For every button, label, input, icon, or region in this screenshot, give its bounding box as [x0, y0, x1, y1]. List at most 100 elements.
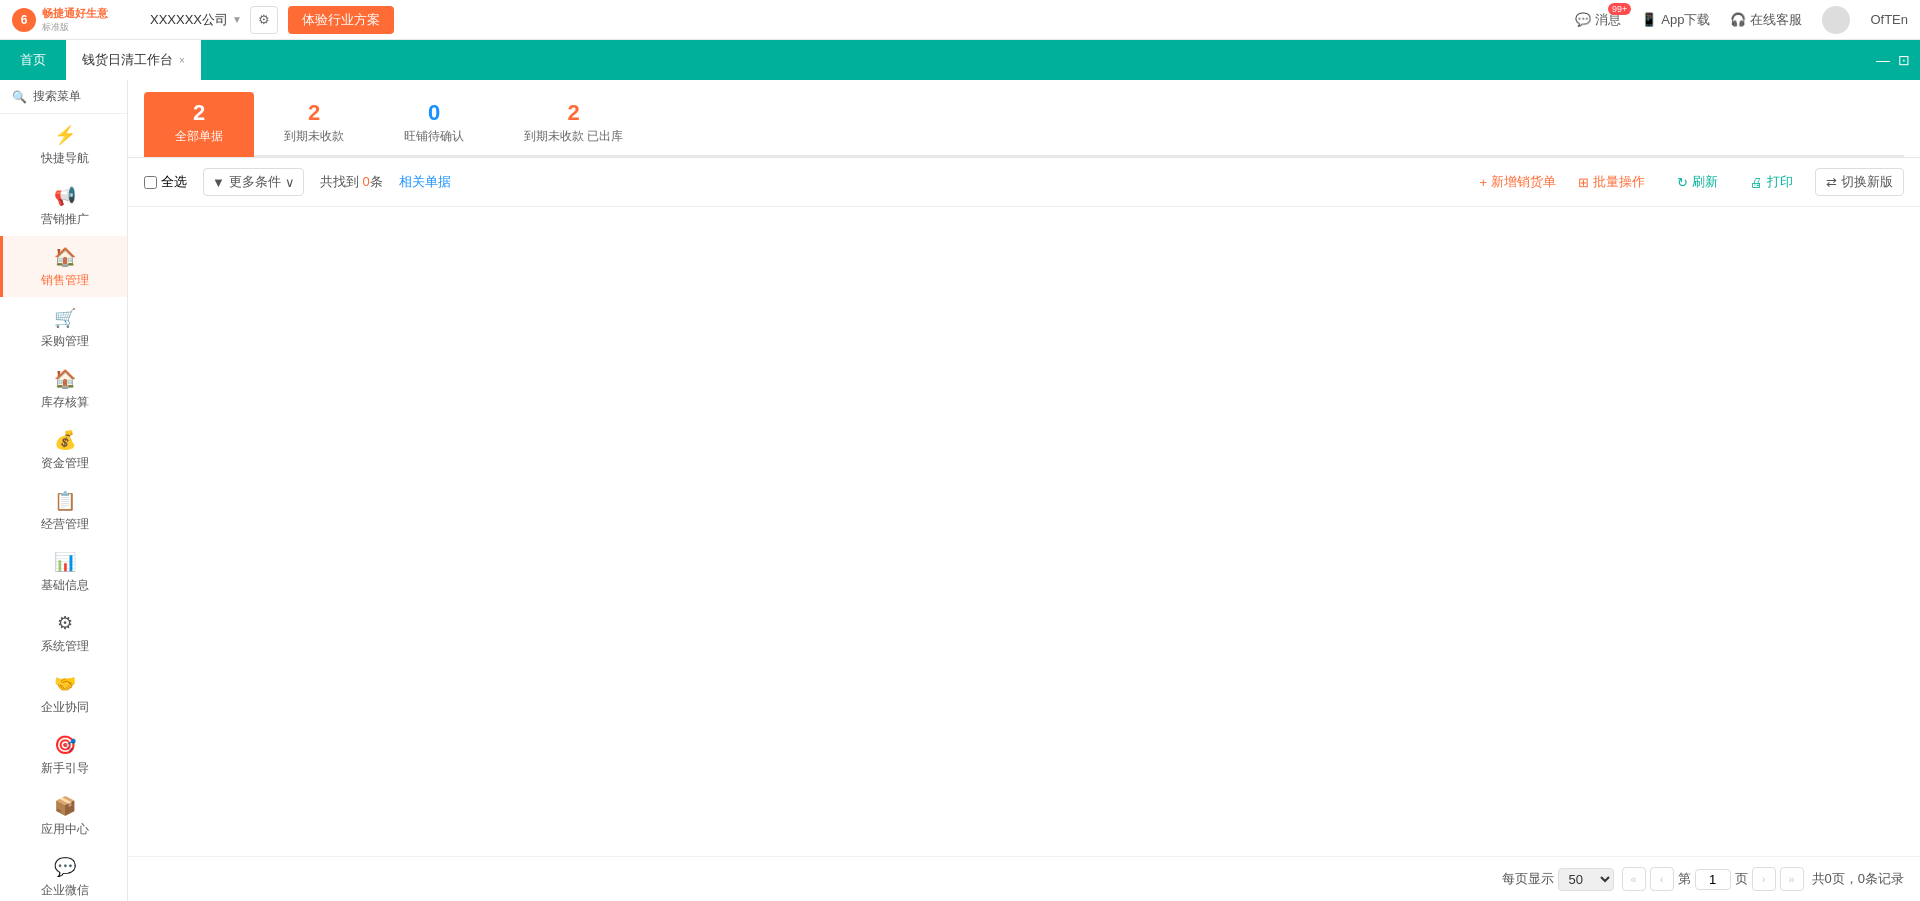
operations-icon: 📋: [54, 490, 76, 512]
marketing-icon: 📢: [54, 185, 76, 207]
stat-tab-overdue[interactable]: 2 到期未收款: [254, 92, 374, 157]
logo-area: 6 畅捷通好生意 标准版: [12, 6, 140, 34]
tab-home[interactable]: 首页: [0, 40, 66, 80]
add-sales-order-button[interactable]: + 新增销货单: [1479, 173, 1556, 191]
nav-right-controls: — ⊡: [1876, 52, 1920, 68]
sidebar-item-label: 经营管理: [41, 516, 89, 533]
batch-operation-button[interactable]: ⊞ 批量操作: [1568, 168, 1655, 196]
sidebar-item-label: 企业微信: [41, 882, 89, 899]
batch-label: 批量操作: [1593, 173, 1645, 191]
tab-close-icon[interactable]: ×: [179, 55, 185, 66]
quick-nav-icon: ⚡: [54, 124, 76, 146]
avatar[interactable]: [1822, 6, 1850, 34]
table-area: [128, 207, 1920, 856]
guide-icon: 🎯: [54, 734, 76, 756]
cooperation-icon: 🤝: [54, 673, 76, 695]
filter-button[interactable]: ▼ 更多条件 ∨: [203, 168, 304, 196]
stat-num-overdue-shipped: 2: [568, 100, 580, 126]
search-icon: 🔍: [12, 90, 27, 104]
toolbar: 全选 ▼ 更多条件 ∨ 共找到 0条 相关单据 + 新增销货单 ⊞ 批量操作: [128, 158, 1920, 207]
purchase-icon: 🛒: [54, 307, 76, 329]
select-all-checkbox[interactable]: 全选: [144, 173, 187, 191]
online-service-button[interactable]: 🎧 在线客服: [1730, 11, 1802, 29]
next-page-button[interactable]: ›: [1752, 867, 1776, 891]
sales-icon: 🏠: [54, 246, 76, 268]
stat-tab-overdue-shipped[interactable]: 2 到期未收款 已出库: [494, 92, 653, 157]
stat-label-all: 全部单据: [175, 128, 223, 145]
sidebar-item-inventory[interactable]: 🏠 库存核算: [0, 358, 127, 419]
sidebar-item-operations[interactable]: 📋 经营管理: [0, 480, 127, 541]
tab-workbench-label: 钱货日清工作台: [82, 51, 173, 69]
filter-label: 更多条件: [229, 173, 281, 191]
stats-tabs: 2 全部单据 2 到期未收款 0 旺铺待确认 2 到期未收款 已出库: [144, 92, 1904, 157]
related-link[interactable]: 相关单据: [399, 173, 451, 191]
switch-version-button[interactable]: ⇄ 切换新版: [1815, 168, 1904, 196]
total-info: 共0页，0条记录: [1812, 870, 1904, 888]
company-name: XXXXXX公司: [150, 11, 228, 29]
settings-button[interactable]: ⚙: [250, 6, 278, 34]
page-size-select[interactable]: 10 20 50 100: [1558, 868, 1614, 891]
trial-button[interactable]: 体验行业方案: [288, 6, 394, 34]
found-count: 共找到 0条: [320, 173, 383, 191]
print-button[interactable]: 🖨 打印: [1740, 168, 1803, 196]
sidebar-item-base-info[interactable]: 📊 基础信息: [0, 541, 127, 602]
sidebar-item-finance[interactable]: 💰 资金管理: [0, 419, 127, 480]
header-right: 💬 消息 99+ 📱 App下载 🎧 在线客服 OfTEn: [1575, 6, 1908, 34]
page-size-selector: 每页显示 10 20 50 100: [1502, 868, 1614, 891]
sidebar-item-marketing[interactable]: 📢 营销推广: [0, 175, 127, 236]
pagination: 每页显示 10 20 50 100 « ‹ 第 页 › » 共0页，0条记录: [128, 856, 1920, 901]
refresh-button[interactable]: ↻ 刷新: [1667, 168, 1728, 196]
first-page-button[interactable]: «: [1622, 867, 1646, 891]
sidebar-item-cooperation[interactable]: 🤝 企业协同: [0, 663, 127, 724]
top-header: 6 畅捷通好生意 标准版 XXXXXX公司 ▼ ⚙ 体验行业方案 💬 消息 99…: [0, 0, 1920, 40]
page-label: 第: [1678, 870, 1691, 888]
switch-icon: ⇄: [1826, 175, 1837, 190]
sidebar-item-quick-nav[interactable]: ⚡ 快捷导航: [0, 114, 127, 175]
stat-num-all: 2: [193, 100, 205, 126]
sidebar-item-label: 新手引导: [41, 760, 89, 777]
sidebar-item-purchase[interactable]: 🛒 采购管理: [0, 297, 127, 358]
message-button[interactable]: 💬 消息 99+: [1575, 11, 1621, 29]
app-download-button[interactable]: 📱 App下载: [1641, 11, 1710, 29]
sidebar: 🔍 搜索菜单 ⚡ 快捷导航 📢 营销推广 🏠 销售管理 🛒 采购管理 🏠 库存核…: [0, 80, 128, 901]
maximize-icon[interactable]: ⊡: [1898, 52, 1910, 68]
tab-workbench[interactable]: 钱货日清工作台 ×: [66, 40, 201, 80]
refresh-icon: ↻: [1677, 175, 1688, 190]
stat-tab-pending[interactable]: 0 旺铺待确认: [374, 92, 494, 157]
sidebar-item-label: 应用中心: [41, 821, 89, 838]
service-icon: 🎧: [1730, 12, 1746, 27]
sidebar-item-label: 快捷导航: [41, 150, 89, 167]
minimize-icon[interactable]: —: [1876, 52, 1890, 68]
select-all-input[interactable]: [144, 176, 157, 189]
inventory-icon: 🏠: [54, 368, 76, 390]
sidebar-item-guide[interactable]: 🎯 新手引导: [0, 724, 127, 785]
sidebar-item-app-center[interactable]: 📦 应用中心: [0, 785, 127, 846]
app-download-label: App下载: [1661, 11, 1710, 29]
sidebar-item-wechat[interactable]: 💬 企业微信: [0, 846, 127, 901]
sidebar-item-sales[interactable]: 🏠 销售管理: [0, 236, 127, 297]
stat-label-overdue: 到期未收款: [284, 128, 344, 145]
sidebar-item-label: 库存核算: [41, 394, 89, 411]
switch-label: 切换新版: [1841, 173, 1893, 191]
filter-icon: ▼: [212, 175, 225, 190]
company-selector[interactable]: XXXXXX公司 ▼: [150, 11, 242, 29]
page-input[interactable]: [1695, 869, 1731, 890]
per-page-label: 每页显示: [1502, 870, 1554, 888]
stat-tab-all[interactable]: 2 全部单据: [144, 92, 254, 157]
batch-icon: ⊞: [1578, 175, 1589, 190]
online-service-label: 在线客服: [1750, 11, 1802, 29]
print-icon: 🖨: [1750, 175, 1763, 190]
prev-page-button[interactable]: ‹: [1650, 867, 1674, 891]
base-info-icon: 📊: [54, 551, 76, 573]
main-layout: 🔍 搜索菜单 ⚡ 快捷导航 📢 营销推广 🏠 销售管理 🛒 采购管理 🏠 库存核…: [0, 80, 1920, 901]
last-page-button[interactable]: »: [1780, 867, 1804, 891]
add-icon: +: [1479, 175, 1487, 190]
select-all-label: 全选: [161, 173, 187, 191]
stat-label-overdue-shipped: 到期未收款 已出库: [524, 128, 623, 145]
stat-num-overdue: 2: [308, 100, 320, 126]
sidebar-search[interactable]: 🔍 搜索菜单: [0, 80, 127, 114]
page-nav: « ‹ 第 页 › »: [1622, 867, 1804, 891]
sidebar-item-label: 营销推广: [41, 211, 89, 228]
sidebar-item-sys-mgmt[interactable]: ⚙ 系统管理: [0, 602, 127, 663]
toolbar-right: + 新增销货单 ⊞ 批量操作 ↻ 刷新 🖨 打印 ⇄ 切换新版: [1479, 168, 1904, 196]
